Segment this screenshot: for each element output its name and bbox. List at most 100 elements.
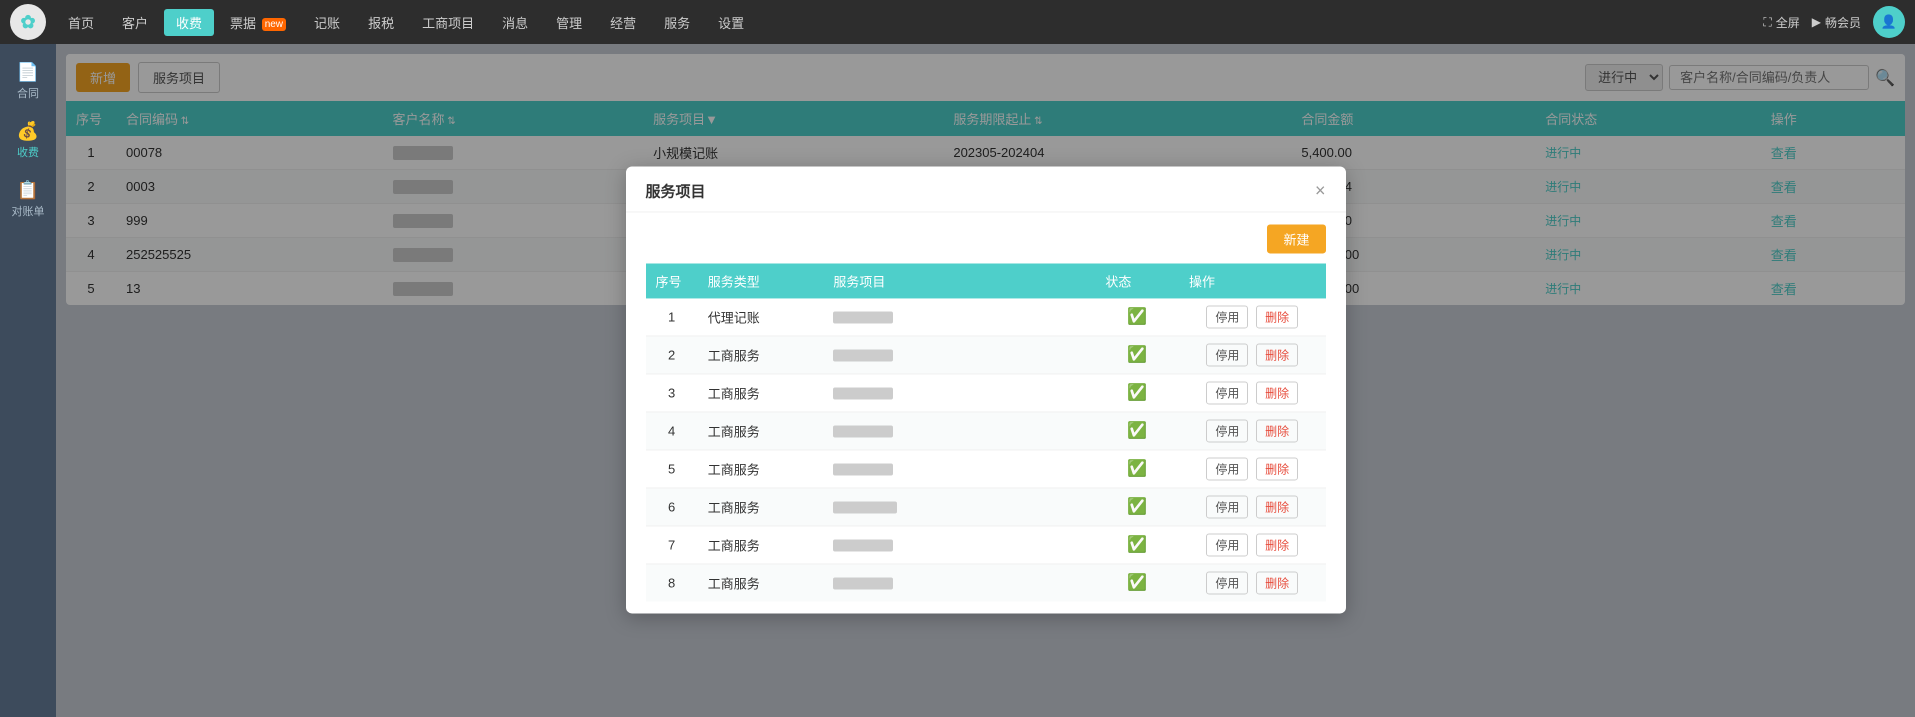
stop-button[interactable]: 停用	[1206, 571, 1248, 594]
list-item: 6 工商服务 ✅ 停用 删除	[646, 487, 1326, 525]
delete-button[interactable]: 删除	[1256, 457, 1298, 480]
modal-cell-status: ✅	[1095, 563, 1179, 601]
stop-button[interactable]: 停用	[1206, 495, 1248, 518]
delete-button[interactable]: 删除	[1256, 381, 1298, 404]
nav-home[interactable]: 首页	[56, 9, 106, 36]
stop-button[interactable]: 停用	[1206, 305, 1248, 328]
sidebar-item-statement[interactable]: 📋 对账单	[4, 172, 52, 227]
sidebar-item-contract[interactable]: 📄 合同	[4, 54, 52, 109]
modal-cell-seq: 4	[646, 411, 698, 449]
modal-cell-status: ✅	[1095, 335, 1179, 373]
modal-close-button[interactable]: ×	[1315, 180, 1326, 201]
sidebar-item-charge[interactable]: 💰 收费	[4, 113, 52, 168]
modal-cell-item	[823, 449, 1095, 487]
status-icon: ✅	[1127, 346, 1147, 363]
nav-business[interactable]: 工商项目	[410, 9, 486, 36]
stop-button[interactable]: 停用	[1206, 533, 1248, 556]
modal-cell-status: ✅	[1095, 525, 1179, 563]
layout: 📄 合同 💰 收费 📋 对账单 新增 服务项目 进行中 已完成 已终止	[0, 44, 1915, 717]
stop-button[interactable]: 停用	[1206, 381, 1248, 404]
modal-th-action: 操作	[1179, 263, 1325, 298]
modal-cell-status: ✅	[1095, 373, 1179, 411]
nav-customer[interactable]: 客户	[110, 9, 160, 36]
modal-cell-seq: 3	[646, 373, 698, 411]
modal-header: 服务项目 ×	[626, 166, 1346, 212]
modal-cell-seq: 6	[646, 487, 698, 525]
delete-button[interactable]: 删除	[1256, 305, 1298, 328]
modal-cell-seq: 8	[646, 563, 698, 601]
list-item: 5 工商服务 ✅ 停用 删除	[646, 449, 1326, 487]
modal-cell-type: 工商服务	[698, 449, 824, 487]
modal-cell-item	[823, 373, 1095, 411]
nav-invoice[interactable]: 票据 new	[218, 9, 298, 36]
modal-cell-item	[823, 487, 1095, 525]
modal-toolbar: 新建	[646, 224, 1326, 253]
modal-title: 服务项目	[646, 180, 706, 201]
modal-th-item: 服务项目	[823, 263, 1095, 298]
member-button[interactable]: ▶ 畅会员	[1812, 14, 1861, 31]
status-icon: ✅	[1127, 536, 1147, 553]
modal-cell-type: 工商服务	[698, 525, 824, 563]
status-icon: ✅	[1127, 422, 1147, 439]
stop-button[interactable]: 停用	[1206, 457, 1248, 480]
nav-manage[interactable]: 管理	[544, 9, 594, 36]
modal-cell-seq: 2	[646, 335, 698, 373]
avatar[interactable]: 👤	[1873, 6, 1905, 38]
modal-cell-action: 停用 删除	[1179, 335, 1325, 373]
list-item: 4 工商服务 ✅ 停用 删除	[646, 411, 1326, 449]
fullscreen-button[interactable]: ⛶ 全屏	[1763, 14, 1799, 31]
modal-cell-type: 工商服务	[698, 563, 824, 601]
modal-cell-action: 停用 删除	[1179, 563, 1325, 601]
modal-th-seq: 序号	[646, 263, 698, 298]
delete-button[interactable]: 删除	[1256, 533, 1298, 556]
logo: ✿	[10, 4, 46, 40]
nav-service[interactable]: 服务	[652, 9, 702, 36]
nav-tax[interactable]: 报税	[356, 9, 406, 36]
delete-button[interactable]: 删除	[1256, 419, 1298, 442]
status-icon: ✅	[1127, 574, 1147, 591]
list-item: 1 代理记账 ✅ 停用 删除	[646, 298, 1326, 336]
modal-th-status: 状态	[1095, 263, 1179, 298]
fullscreen-icon: ⛶	[1763, 15, 1771, 30]
modal-cell-seq: 1	[646, 298, 698, 336]
modal-cell-seq: 7	[646, 525, 698, 563]
delete-button[interactable]: 删除	[1256, 495, 1298, 518]
contract-icon: 📄	[17, 62, 39, 83]
modal-cell-status: ✅	[1095, 487, 1179, 525]
modal-th-type: 服务类型	[698, 263, 824, 298]
nav-accounting[interactable]: 记账	[302, 9, 352, 36]
modal-table-wrap: 序号 服务类型 服务项目 状态 操作 1 代理记账 ✅	[646, 263, 1326, 601]
modal-cell-seq: 5	[646, 449, 698, 487]
nav-settings[interactable]: 设置	[706, 9, 756, 36]
nav-operation[interactable]: 经营	[598, 9, 648, 36]
top-nav: ✿ 首页 客户 收费 票据 new 记账 报税 工商项目 消息 管理 经营 服务…	[0, 0, 1915, 44]
statement-icon: 📋	[17, 180, 39, 201]
modal-cell-action: 停用 删除	[1179, 487, 1325, 525]
list-item: 8 工商服务 ✅ 停用 删除	[646, 563, 1326, 601]
modal-cell-status: ✅	[1095, 298, 1179, 336]
nav-message[interactable]: 消息	[490, 9, 540, 36]
modal-cell-item	[823, 335, 1095, 373]
status-icon: ✅	[1127, 384, 1147, 401]
nav-charge[interactable]: 收费	[164, 9, 214, 36]
modal-cell-type: 工商服务	[698, 411, 824, 449]
member-icon: ▶	[1812, 15, 1821, 29]
modal-cell-type: 工商服务	[698, 487, 824, 525]
sidebar: 📄 合同 💰 收费 📋 对账单	[0, 44, 56, 717]
modal-cell-action: 停用 删除	[1179, 373, 1325, 411]
service-modal: 服务项目 × 新建 序号 服务类型 服务项目 状态	[626, 166, 1346, 613]
modal-cell-item	[823, 411, 1095, 449]
status-icon: ✅	[1127, 308, 1147, 325]
modal-cell-status: ✅	[1095, 449, 1179, 487]
status-icon: ✅	[1127, 498, 1147, 515]
modal-cell-action: 停用 删除	[1179, 411, 1325, 449]
delete-button[interactable]: 删除	[1256, 343, 1298, 366]
modal-cell-item	[823, 525, 1095, 563]
delete-button[interactable]: 删除	[1256, 571, 1298, 594]
stop-button[interactable]: 停用	[1206, 419, 1248, 442]
stop-button[interactable]: 停用	[1206, 343, 1248, 366]
modal-cell-type: 工商服务	[698, 335, 824, 373]
modal-cell-status: ✅	[1095, 411, 1179, 449]
modal-new-button[interactable]: 新建	[1267, 224, 1325, 253]
modal-cell-action: 停用 删除	[1179, 525, 1325, 563]
